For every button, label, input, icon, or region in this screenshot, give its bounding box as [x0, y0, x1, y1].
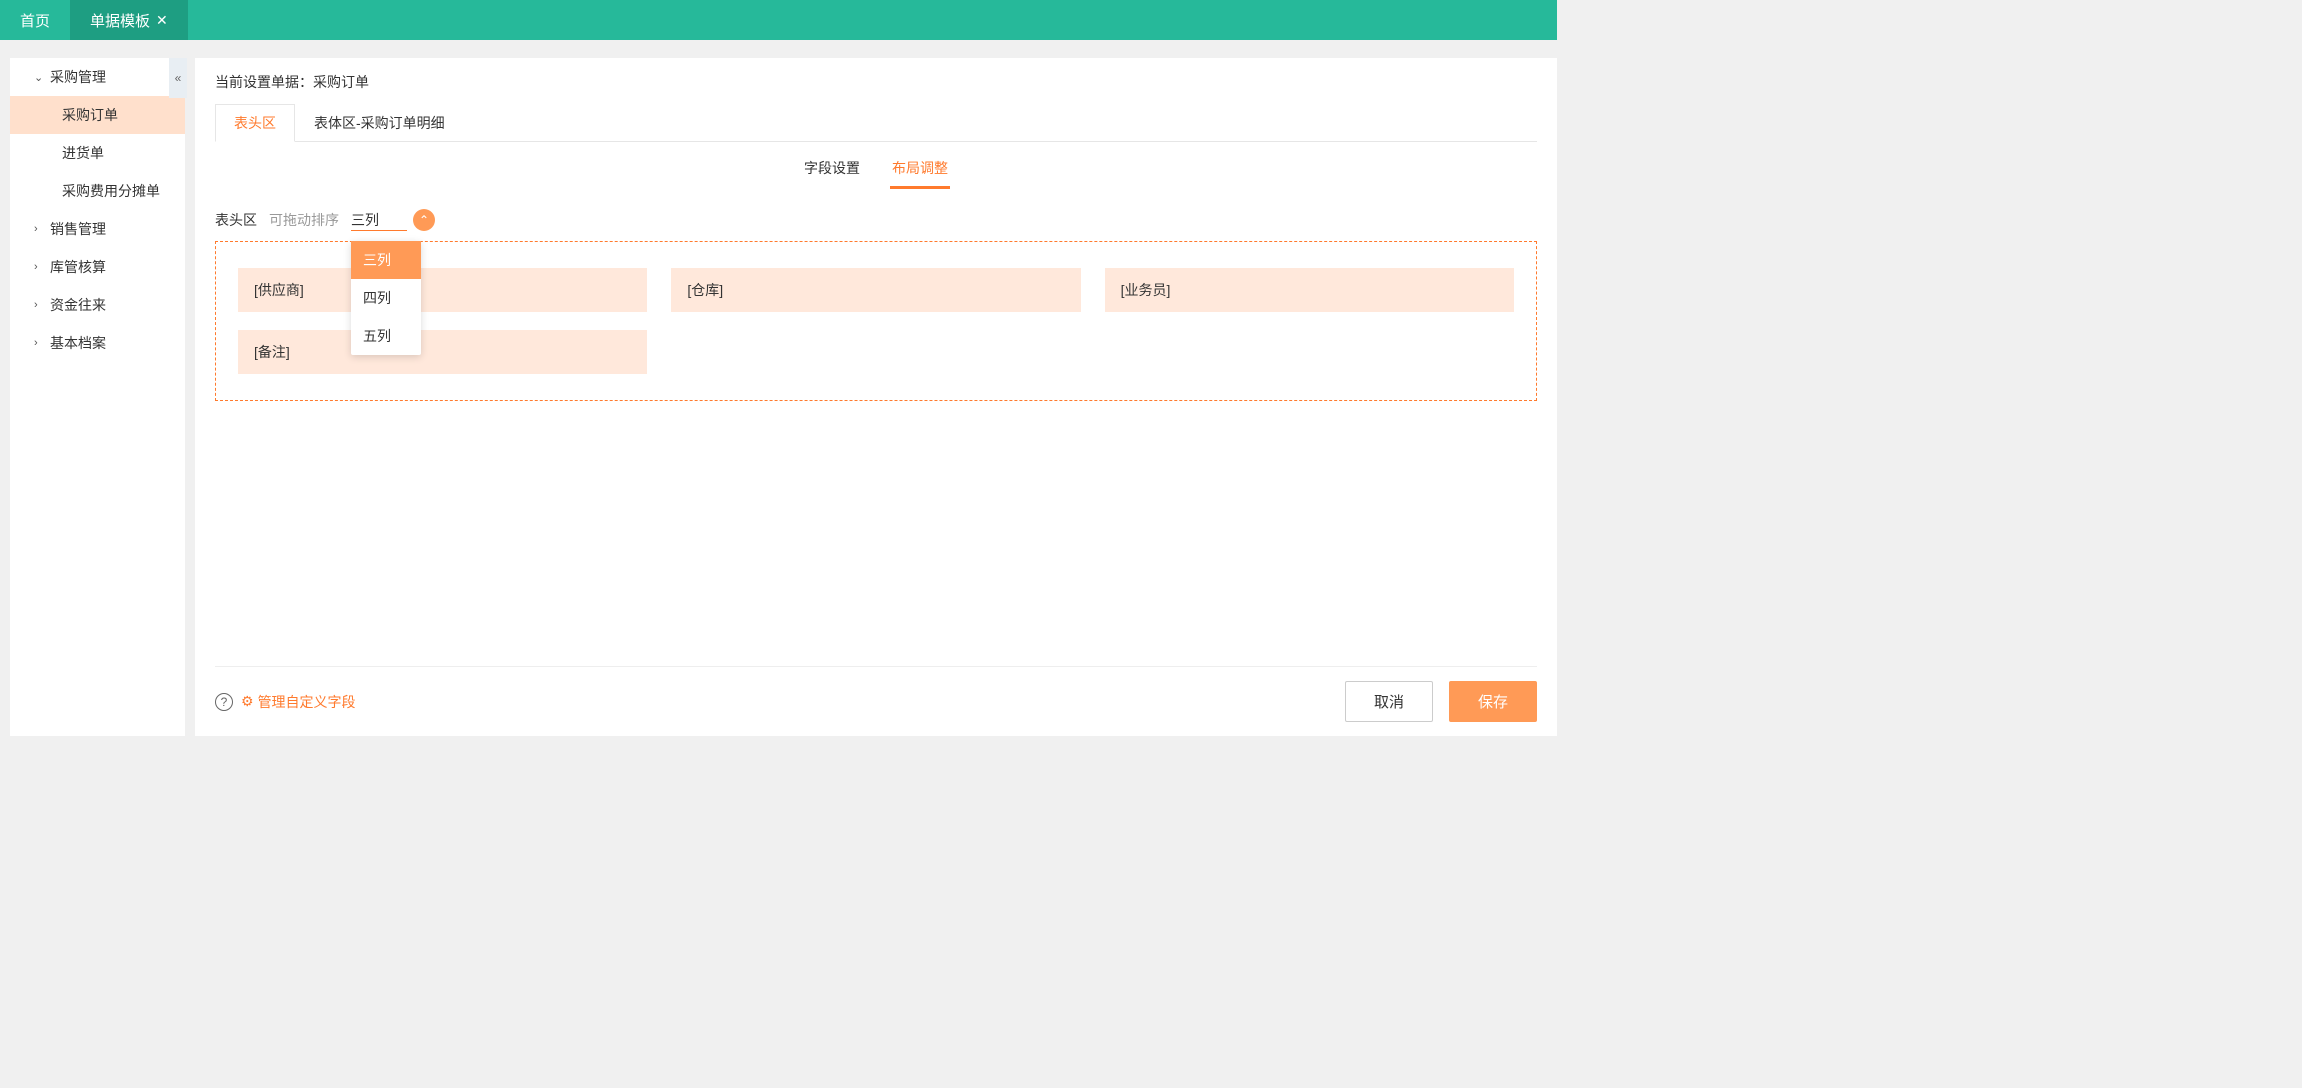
chevron-right-icon: › [34, 223, 44, 235]
area-tab-body[interactable]: 表体区-采购订单明细 [295, 104, 464, 142]
sidebar-group-purchase[interactable]: ⌄ 采购管理 [10, 58, 185, 96]
sidebar-group-label: 销售管理 [50, 219, 106, 239]
dropdown-option-4col[interactable]: 四列 [351, 279, 421, 317]
close-icon[interactable]: ✕ [156, 12, 168, 29]
chevron-right-icon: › [34, 299, 44, 311]
custom-fields-label: 管理自定义字段 [258, 692, 356, 712]
chevron-right-icon: › [34, 337, 44, 349]
column-select-toggle[interactable]: ⌃ [413, 209, 435, 231]
layout-hint: 可拖动排序 [269, 210, 339, 230]
column-select-input[interactable] [351, 210, 407, 231]
sidebar-group-label: 资金往来 [50, 295, 106, 315]
field-label: [业务员] [1121, 282, 1171, 298]
main-layout: « ⌄ 采购管理 采购订单 进货单 采购费用分摊单 › 销售管理 › 库管核算 … [0, 40, 1557, 736]
column-select: ⌃ 三列 四列 五列 [351, 209, 435, 231]
layout-controls: 表头区 可拖动排序 ⌃ 三列 四列 五列 [215, 209, 1537, 231]
current-doc: 当前设置单据：采购订单 [215, 72, 1537, 92]
sidebar-collapse-button[interactable]: « [169, 58, 187, 98]
chevron-up-icon: ⌃ [419, 213, 429, 227]
sidebar-item-label: 进货单 [62, 143, 104, 163]
sidebar-group-inventory[interactable]: › 库管核算 [10, 248, 185, 286]
sidebar-group-sales[interactable]: › 销售管理 [10, 210, 185, 248]
field-label: [供应商] [254, 282, 304, 298]
cancel-button[interactable]: 取消 [1345, 681, 1433, 722]
sidebar-group-basic[interactable]: › 基本档案 [10, 324, 185, 362]
sidebar-item-label: 采购订单 [62, 105, 118, 125]
subtabs: 字段设置 布局调整 [215, 142, 1537, 197]
dropdown-option-label: 四列 [363, 290, 391, 306]
subtab-label: 布局调整 [892, 160, 948, 176]
area-tab-header[interactable]: 表头区 [215, 104, 295, 142]
tab-home[interactable]: 首页 [0, 0, 70, 40]
gear-icon: ⚙ [241, 693, 254, 710]
footer-left: ? ⚙ 管理自定义字段 [215, 692, 356, 712]
field-label: [仓库] [687, 282, 723, 298]
field-salesperson[interactable]: [业务员] [1105, 268, 1514, 312]
dropdown-option-3col[interactable]: 三列 [351, 241, 421, 279]
chevron-right-icon: › [34, 261, 44, 273]
area-tab-header-label: 表头区 [234, 115, 276, 131]
current-doc-label: 当前设置单据： [215, 74, 313, 90]
manage-custom-fields-link[interactable]: ⚙ 管理自定义字段 [241, 692, 356, 712]
help-icon[interactable]: ? [215, 693, 233, 711]
dropdown-option-label: 五列 [363, 328, 391, 344]
area-tab-body-label: 表体区-采购订单明细 [314, 115, 445, 131]
sidebar-item-receipt[interactable]: 进货单 [10, 134, 185, 172]
cancel-label: 取消 [1374, 694, 1404, 711]
top-tabs: 首页 单据模板 ✕ [0, 0, 1557, 40]
column-dropdown: 三列 四列 五列 [351, 241, 421, 355]
save-label: 保存 [1478, 694, 1508, 711]
sidebar-item-label: 采购费用分摊单 [62, 181, 160, 201]
sidebar-item-cost-allocation[interactable]: 采购费用分摊单 [10, 172, 185, 210]
subtab-field-setting[interactable]: 字段设置 [802, 154, 862, 189]
area-tabs: 表头区 表体区-采购订单明细 [215, 104, 1537, 142]
sidebar: « ⌄ 采购管理 采购订单 进货单 采购费用分摊单 › 销售管理 › 库管核算 … [10, 58, 185, 736]
layout-area-label: 表头区 [215, 210, 257, 230]
tab-template[interactable]: 单据模板 ✕ [70, 0, 188, 40]
footer: ? ⚙ 管理自定义字段 取消 保存 [215, 666, 1537, 736]
sidebar-group-label: 基本档案 [50, 333, 106, 353]
sidebar-item-purchase-order[interactable]: 采购订单 [10, 96, 185, 134]
chevron-down-icon: ⌄ [34, 71, 44, 84]
field-label: [备注] [254, 344, 290, 360]
subtab-layout-adjust[interactable]: 布局调整 [890, 154, 950, 189]
chevron-left-icon: « [175, 71, 182, 85]
tab-home-label: 首页 [20, 10, 50, 31]
field-remark[interactable]: [备注] [238, 330, 647, 374]
current-doc-value: 采购订单 [313, 74, 369, 90]
sidebar-group-label: 采购管理 [50, 67, 106, 87]
subtab-label: 字段设置 [804, 160, 860, 176]
content: 当前设置单据：采购订单 表头区 表体区-采购订单明细 字段设置 布局调整 表头区… [195, 58, 1557, 736]
dropdown-option-5col[interactable]: 五列 [351, 317, 421, 355]
field-warehouse[interactable]: [仓库] [671, 268, 1080, 312]
field-supplier[interactable]: [供应商] [238, 268, 647, 312]
footer-right: 取消 保存 [1345, 681, 1537, 722]
sidebar-group-funds[interactable]: › 资金往来 [10, 286, 185, 324]
dropdown-option-label: 三列 [363, 252, 391, 268]
sidebar-group-label: 库管核算 [50, 257, 106, 277]
save-button[interactable]: 保存 [1449, 681, 1537, 722]
tab-template-label: 单据模板 [90, 10, 150, 31]
